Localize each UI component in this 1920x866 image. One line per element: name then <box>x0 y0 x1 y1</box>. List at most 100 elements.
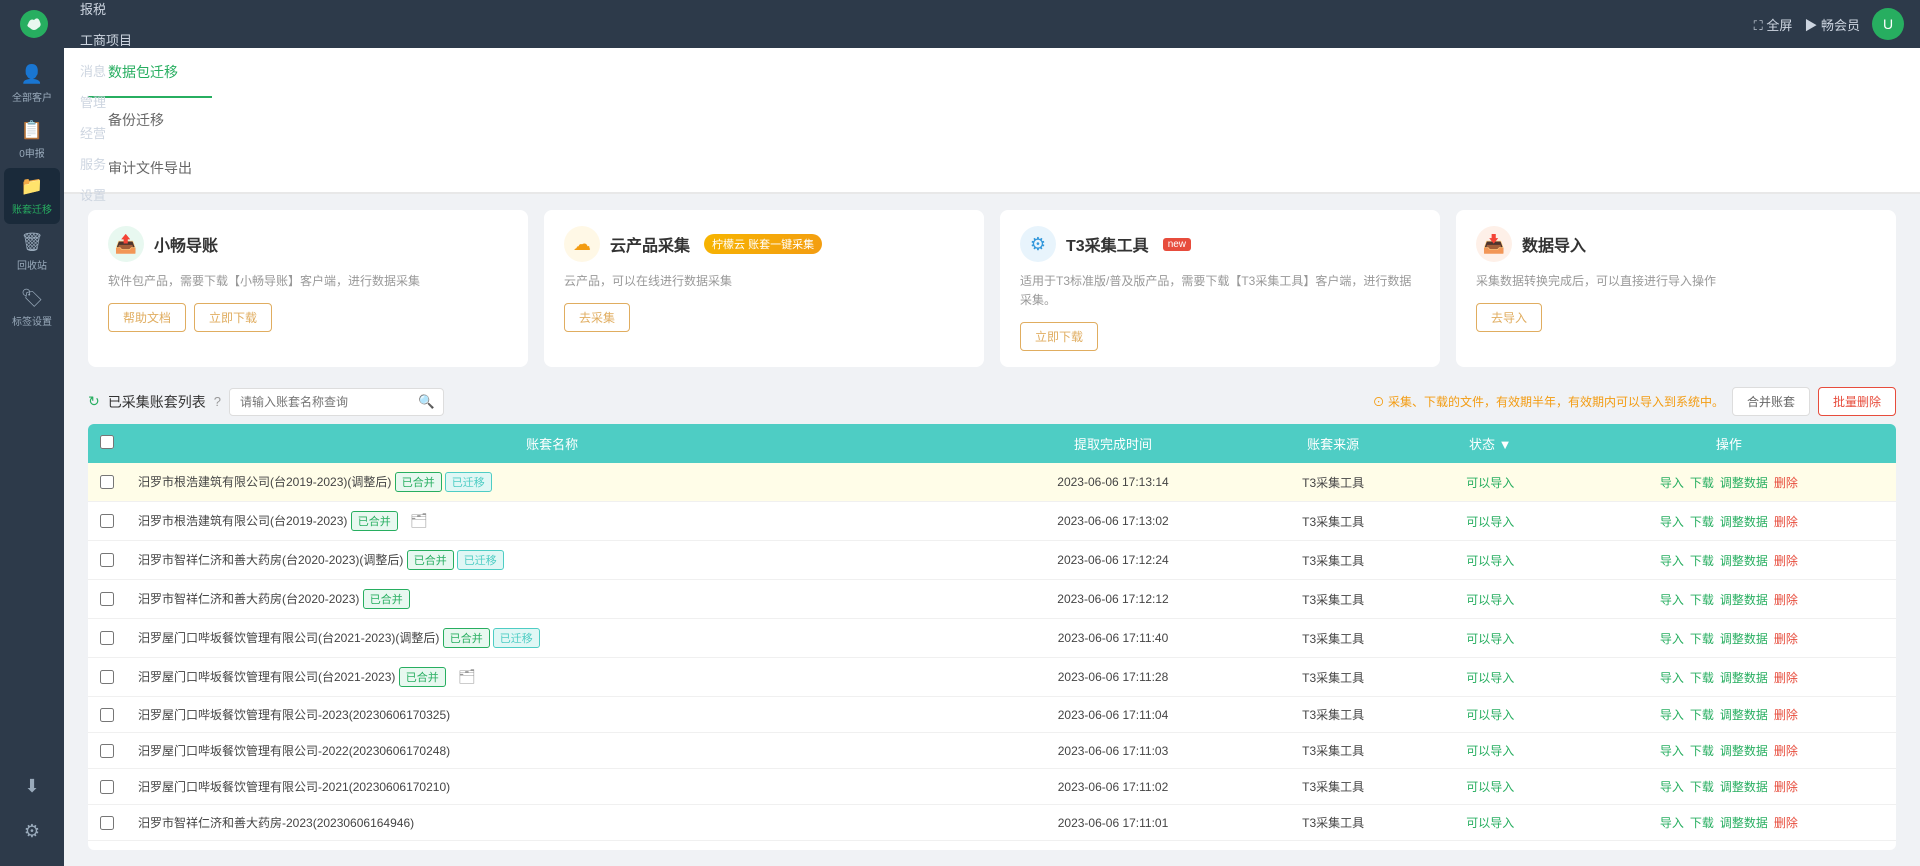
select-all-checkbox[interactable] <box>100 435 114 449</box>
nav-item-工商项目[interactable]: 工商项目 <box>68 24 144 55</box>
btn-delete-batch[interactable]: 批量删除 <box>1818 387 1896 416</box>
sidebar-item-0[interactable]: 👤 全部客户 <box>4 56 60 112</box>
btn-merge[interactable]: 合并账套 <box>1732 387 1810 416</box>
nav-item-设置[interactable]: 设置 <box>68 179 144 210</box>
action-btn-调整数据[interactable]: 调整数据 <box>1720 554 1768 568</box>
table-wrap: 账套名称 提取完成时间 账套来源 状态 ▼ 操作 汨罗市根浩建筑有限公司(台20… <box>88 424 1896 850</box>
fullscreen-btn[interactable]: ⛶ 全屏 <box>1754 15 1793 34</box>
row-source: T3采集工具 <box>1248 580 1419 619</box>
help-icon[interactable]: ? <box>214 394 221 409</box>
btn-download-t3[interactable]: 立即下载 <box>1020 322 1098 351</box>
action-btn-下载[interactable]: 下载 <box>1690 671 1714 685</box>
row-time: 2023-06-06 17:12:24 <box>978 541 1247 580</box>
sidebar-item-4[interactable]: 🏷 标签设置 <box>4 280 60 336</box>
row-name: 汨罗屋门口哔坂餐饮管理有限公司-2021(20230606170210) <box>138 780 450 794</box>
sidebar-item-settings[interactable]: ⚙ <box>4 813 60 850</box>
card-dataimport-header: 📥 数据导入 <box>1476 226 1876 262</box>
action-btn-调整数据[interactable]: 调整数据 <box>1720 593 1768 607</box>
table-row: 汨罗屋门口哔坂餐饮管理有限公司-2022(20230606170248) 202… <box>88 733 1896 769</box>
nav-item-消息[interactable]: 消息 <box>68 55 144 86</box>
btn-go-collect[interactable]: 去采集 <box>564 303 630 332</box>
action-btn-删除[interactable]: 删除 <box>1774 515 1798 529</box>
card-cloud: ☁ 云产品采集 柠檬云 账套一键采集 云产品，可以在线进行数据采集 去采集 <box>544 210 984 367</box>
table-row: 汨罗屋门口哔坂餐饮管理有限公司(台2021-2023)(调整后) 已合并已迁移 … <box>88 619 1896 658</box>
row-checkbox-1[interactable] <box>100 514 114 528</box>
action-btn-下载[interactable]: 下载 <box>1690 816 1714 830</box>
action-btn-下载[interactable]: 下载 <box>1690 554 1714 568</box>
sidebar-icon-4: 🏷 <box>21 288 44 309</box>
card-t3-actions: 立即下载 <box>1020 322 1420 351</box>
sidebar-item-2[interactable]: 📁 账套迁移 <box>4 168 60 224</box>
action-btn-删除[interactable]: 删除 <box>1774 632 1798 646</box>
action-btn-导入[interactable]: 导入 <box>1660 476 1684 490</box>
row-checkbox-0[interactable] <box>100 475 114 489</box>
action-btn-导入[interactable]: 导入 <box>1660 515 1684 529</box>
row-checkbox-9[interactable] <box>100 816 114 830</box>
action-btn-删除[interactable]: 删除 <box>1774 816 1798 830</box>
action-btn-下载[interactable]: 下载 <box>1690 744 1714 758</box>
table-body: 汨罗市根浩建筑有限公司(台2019-2023)(调整后) 已合并已迁移 2023… <box>88 463 1896 850</box>
row-checkbox-4[interactable] <box>100 631 114 645</box>
action-btn-导入[interactable]: 导入 <box>1660 632 1684 646</box>
action-btn-下载[interactable]: 下载 <box>1690 515 1714 529</box>
action-btn-导入[interactable]: 导入 <box>1660 554 1684 568</box>
member-btn[interactable]: ▶ 畅会员 <box>1804 15 1860 34</box>
action-btn-导入[interactable]: 导入 <box>1660 708 1684 722</box>
action-btn-导入[interactable]: 导入 <box>1660 780 1684 794</box>
status-badge: 可以导入 <box>1466 744 1514 758</box>
action-btn-调整数据[interactable]: 调整数据 <box>1720 515 1768 529</box>
status-badge: 可以导入 <box>1466 476 1514 490</box>
action-btn-下载[interactable]: 下载 <box>1690 593 1714 607</box>
row-time: 2023-06-06 17:11:04 <box>978 697 1247 733</box>
search-input[interactable] <box>230 390 410 414</box>
action-btn-调整数据[interactable]: 调整数据 <box>1720 816 1768 830</box>
nav-item-服务[interactable]: 服务 <box>68 148 144 179</box>
action-btn-导入[interactable]: 导入 <box>1660 744 1684 758</box>
row-checkbox-5[interactable] <box>100 670 114 684</box>
card-cloud-actions: 去采集 <box>564 303 964 332</box>
action-btn-删除[interactable]: 删除 <box>1774 708 1798 722</box>
action-btn-删除[interactable]: 删除 <box>1774 744 1798 758</box>
action-btn-下载[interactable]: 下载 <box>1690 708 1714 722</box>
action-btn-导入[interactable]: 导入 <box>1660 593 1684 607</box>
row-name: 汨罗市智祥仁济和善大药房(台2020-2023)(调整后) <box>138 553 403 567</box>
action-btn-调整数据[interactable]: 调整数据 <box>1720 744 1768 758</box>
row-checkbox-2[interactable] <box>100 553 114 567</box>
sidebar-item-1[interactable]: 📋 0申报 <box>4 112 60 168</box>
action-btn-调整数据[interactable]: 调整数据 <box>1720 780 1768 794</box>
action-btn-下载[interactable]: 下载 <box>1690 780 1714 794</box>
row-checkbox-8[interactable] <box>100 780 114 794</box>
action-btn-调整数据[interactable]: 调整数据 <box>1720 632 1768 646</box>
btn-help-doc[interactable]: 帮助文档 <box>108 303 186 332</box>
row-time: 2023-06-06 17:12:12 <box>978 580 1247 619</box>
action-btn-删除[interactable]: 删除 <box>1774 554 1798 568</box>
search-button[interactable]: 🔍 <box>410 389 443 415</box>
action-btn-删除[interactable]: 删除 <box>1774 780 1798 794</box>
sidebar-label-3: 回收站 <box>17 257 47 272</box>
action-btn-下载[interactable]: 下载 <box>1690 632 1714 646</box>
action-btn-删除[interactable]: 删除 <box>1774 593 1798 607</box>
action-btn-删除[interactable]: 删除 <box>1774 671 1798 685</box>
nav-item-报税[interactable]: 报税 <box>68 0 144 24</box>
nav-item-管理[interactable]: 管理 <box>68 86 144 117</box>
action-btn-删除[interactable]: 删除 <box>1774 476 1798 490</box>
sidebar-item-download[interactable]: ⬇ <box>4 768 60 805</box>
action-btn-调整数据[interactable]: 调整数据 <box>1720 671 1768 685</box>
row-time: 2023-06-06 17:11:03 <box>978 733 1247 769</box>
action-btn-调整数据[interactable]: 调整数据 <box>1720 476 1768 490</box>
action-btn-调整数据[interactable]: 调整数据 <box>1720 708 1768 722</box>
row-checkbox-3[interactable] <box>100 592 114 606</box>
row-checkbox-7[interactable] <box>100 744 114 758</box>
row-status: 可以导入 <box>1419 697 1562 733</box>
action-btn-导入[interactable]: 导入 <box>1660 816 1684 830</box>
sidebar-item-3[interactable]: 🗑 回收站 <box>4 224 60 280</box>
btn-go-import[interactable]: 去导入 <box>1476 303 1542 332</box>
status-badge: 可以导入 <box>1466 816 1514 830</box>
nav-item-经营[interactable]: 经营 <box>68 117 144 148</box>
refresh-icon[interactable]: ↻ <box>88 393 100 410</box>
btn-download-xiaochang[interactable]: 立即下载 <box>194 303 272 332</box>
action-btn-下载[interactable]: 下载 <box>1690 476 1714 490</box>
action-btn-导入[interactable]: 导入 <box>1660 671 1684 685</box>
row-checkbox-6[interactable] <box>100 708 114 722</box>
user-avatar[interactable]: U <box>1872 8 1904 40</box>
